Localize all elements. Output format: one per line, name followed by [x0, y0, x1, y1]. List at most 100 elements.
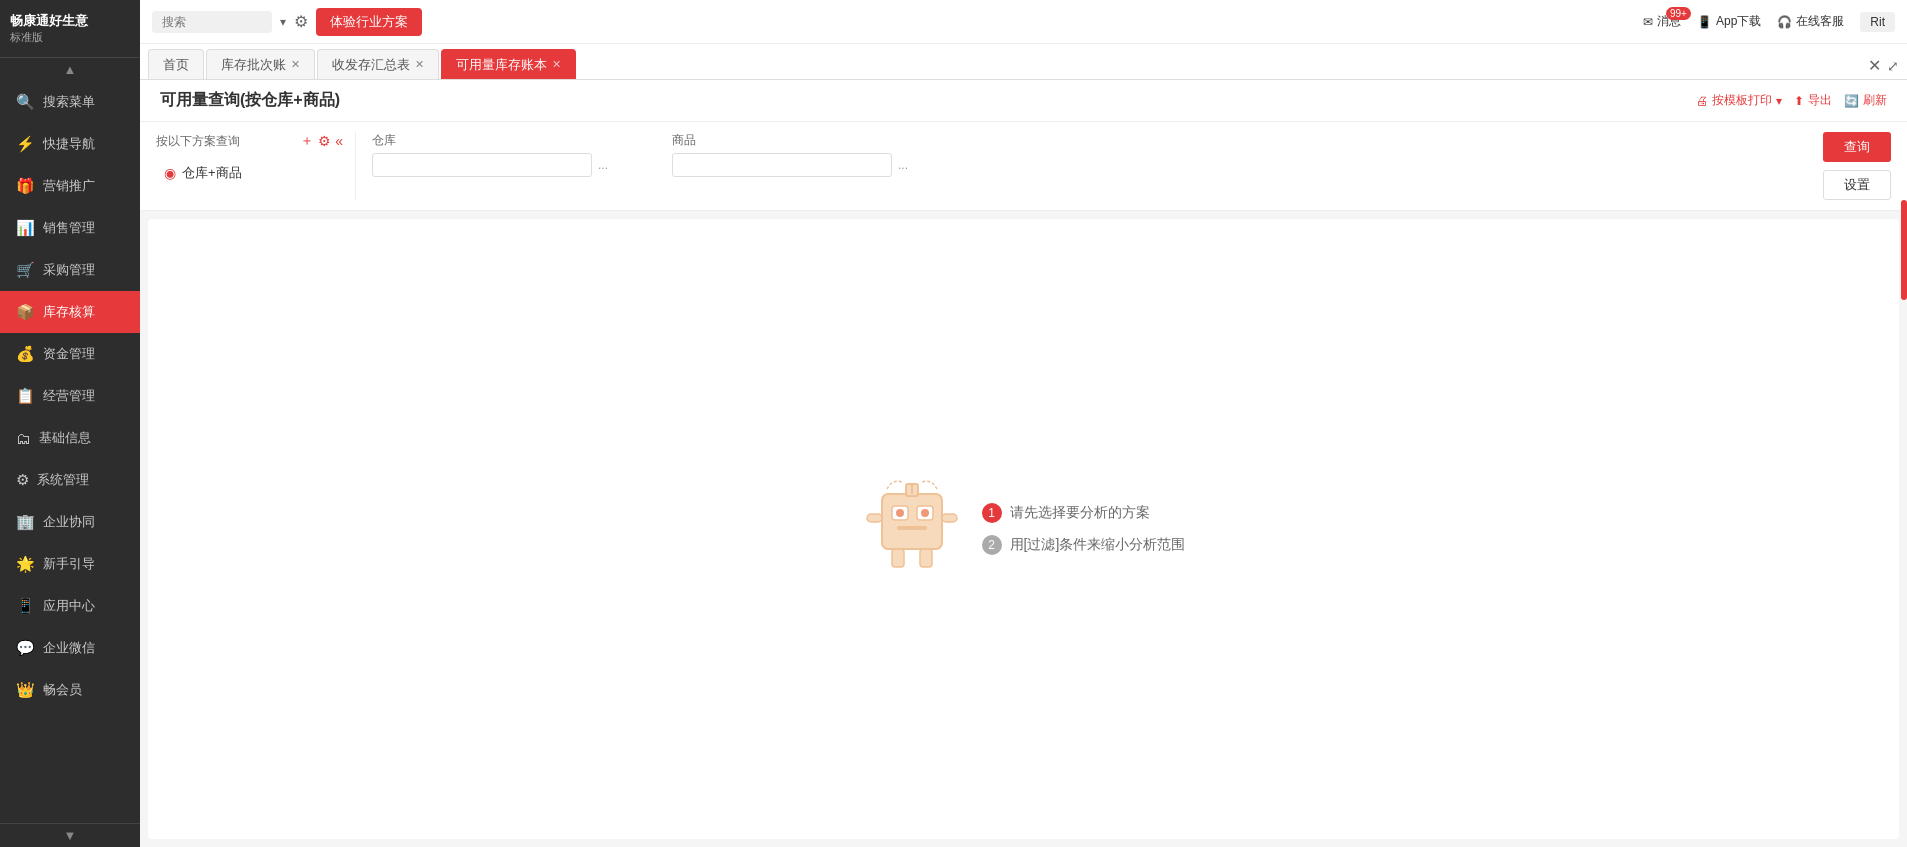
sidebar-item-enterprise[interactable]: 🏢 企业协同: [0, 501, 140, 543]
sidebar-item-search[interactable]: 🔍 搜索菜单: [0, 81, 140, 123]
print-label: 按模板打印: [1712, 92, 1772, 109]
sidebar-item-shortcut[interactable]: ⚡ 快捷导航: [0, 123, 140, 165]
svg-rect-9: [942, 514, 957, 522]
warehouse-more-btn[interactable]: ...: [598, 158, 608, 172]
wechat-icon: 💬: [16, 639, 35, 657]
system-icon: ⚙: [16, 471, 29, 489]
print-btn[interactable]: 🖨 按模板打印 ▾: [1696, 92, 1782, 109]
basic-icon: 🗂: [16, 430, 31, 447]
tab-summary[interactable]: 收发存汇总表 ✕: [317, 49, 439, 79]
sidebar-item-apps[interactable]: 📱 应用中心: [0, 585, 140, 627]
operation-icon: 📋: [16, 387, 35, 405]
sidebar: 畅康通好生意 标准版 ▲ 🔍 搜索菜单 ⚡ 快捷导航 🎁 营销推广 📊 销售管理…: [0, 0, 140, 847]
expand-btn[interactable]: ⤢: [1887, 58, 1899, 74]
finance-icon: 💰: [16, 345, 35, 363]
sidebar-item-finance[interactable]: 💰 资金管理: [0, 333, 140, 375]
tab-home[interactable]: 首页: [148, 49, 204, 79]
tab-summary-close[interactable]: ✕: [415, 58, 424, 71]
phone-icon: 📱: [1697, 15, 1712, 29]
page-header: 可用量查询(按仓库+商品) 🖨 按模板打印 ▾ ⬆ 导出 🔄 刷新: [140, 80, 1907, 122]
industry-btn[interactable]: 体验行业方案: [316, 8, 422, 36]
svg-point-3: [896, 509, 904, 517]
filter-schemes: 按以下方案查询 ＋ ⚙ « ◉ 仓库+商品: [156, 132, 356, 200]
sidebar-item-purchase[interactable]: 🛒 采购管理: [0, 249, 140, 291]
filter-schemes-title: 按以下方案查询: [156, 133, 240, 150]
sidebar-item-label: 经营管理: [43, 387, 95, 405]
dropdown-icon[interactable]: ▾: [280, 15, 286, 29]
right-scrollbar[interactable]: [1901, 200, 1907, 300]
warehouse-input[interactable]: [372, 153, 592, 177]
tab-batch[interactable]: 库存批次账 ✕: [206, 49, 315, 79]
edit-scheme-btn[interactable]: ⚙: [318, 133, 331, 149]
sidebar-item-member[interactable]: 👑 畅会员: [0, 669, 140, 711]
sidebar-item-wechat[interactable]: 💬 企业微信: [0, 627, 140, 669]
sidebar-item-guide[interactable]: 🌟 新手引导: [0, 543, 140, 585]
sidebar-item-label: 畅会员: [43, 681, 82, 699]
warehouse-input-row: ...: [372, 153, 652, 177]
product-input-row: ...: [672, 153, 952, 177]
print-icon: 🖨: [1696, 94, 1708, 108]
empty-tip-2: 2 用[过滤]条件来缩小分析范围: [982, 535, 1186, 555]
topbar-search-input[interactable]: [152, 11, 272, 33]
close-all-tabs-btn[interactable]: ✕: [1868, 56, 1881, 75]
filter-schemes-actions: ＋ ⚙ «: [300, 132, 343, 150]
apps-icon: 📱: [16, 597, 35, 615]
message-badge: 99+: [1666, 7, 1691, 20]
scheme-item-label: 仓库+商品: [182, 164, 242, 182]
purchase-icon: 🛒: [16, 261, 35, 279]
filter-fields: 仓库 ... 商品 ...: [356, 132, 1807, 200]
product-input[interactable]: [672, 153, 892, 177]
svg-rect-10: [892, 549, 904, 567]
export-icon: ⬆: [1794, 94, 1804, 108]
sidebar-item-inventory[interactable]: 📦 库存核算: [0, 291, 140, 333]
export-btn[interactable]: ⬆ 导出: [1794, 92, 1832, 109]
product-more-btn[interactable]: ...: [898, 158, 908, 172]
message-icon: ✉: [1643, 15, 1653, 29]
tab-available-close[interactable]: ✕: [552, 58, 561, 71]
scheme-warehouse-product[interactable]: ◉ 仓库+商品: [156, 158, 343, 188]
sidebar-item-label: 新手引导: [43, 555, 95, 573]
tabs-bar: 首页 库存批次账 ✕ 收发存汇总表 ✕ 可用量库存账本 ✕ ✕ ⤢: [140, 44, 1907, 80]
search-icon: 🔍: [16, 93, 35, 111]
sidebar-item-marketing[interactable]: 🎁 营销推广: [0, 165, 140, 207]
svg-point-4: [921, 509, 929, 517]
app-label: App下载: [1716, 13, 1761, 30]
warehouse-filter-field: 仓库 ...: [372, 132, 652, 177]
scroll-up-btn[interactable]: ▲: [0, 58, 140, 81]
settings-icon[interactable]: ⚙: [294, 12, 308, 31]
empty-illustration: [862, 464, 962, 595]
scheme-dot-icon: ◉: [164, 165, 176, 181]
settings-btn[interactable]: 设置: [1823, 170, 1891, 200]
online-service-btn[interactable]: 🎧 在线客服: [1777, 13, 1844, 30]
topbar-right: ✉ 消息 99+ 📱 App下载 🎧 在线客服 Rit: [1643, 12, 1895, 32]
sidebar-item-label: 资金管理: [43, 345, 95, 363]
refresh-label: 刷新: [1863, 92, 1887, 109]
collapse-scheme-btn[interactable]: «: [335, 133, 343, 149]
sidebar-item-system[interactable]: ⚙ 系统管理: [0, 459, 140, 501]
tab-available-label: 可用量库存账本: [456, 56, 547, 74]
scroll-down-btn[interactable]: ▼: [0, 823, 140, 847]
sidebar-item-basic[interactable]: 🗂 基础信息: [0, 417, 140, 459]
sidebar-item-operation[interactable]: 📋 经营管理: [0, 375, 140, 417]
refresh-btn[interactable]: 🔄 刷新: [1844, 92, 1887, 109]
tab-batch-close[interactable]: ✕: [291, 58, 300, 71]
print-dropdown-icon[interactable]: ▾: [1776, 94, 1782, 108]
sidebar-item-label: 企业协同: [43, 513, 95, 531]
shortcut-icon: ⚡: [16, 135, 35, 153]
query-btn[interactable]: 查询: [1823, 132, 1891, 162]
message-btn[interactable]: ✉ 消息 99+: [1643, 13, 1681, 30]
sidebar-item-sales[interactable]: 📊 销售管理: [0, 207, 140, 249]
filter-area: 按以下方案查询 ＋ ⚙ « ◉ 仓库+商品 仓库: [140, 122, 1907, 211]
warehouse-label: 仓库: [372, 132, 652, 149]
inventory-icon: 📦: [16, 303, 35, 321]
tab-available[interactable]: 可用量库存账本 ✕: [441, 49, 576, 79]
tab-home-label: 首页: [163, 56, 189, 74]
app-download-btn[interactable]: 📱 App下载: [1697, 13, 1761, 30]
user-menu[interactable]: Rit: [1860, 12, 1895, 32]
sidebar-item-label: 营销推广: [43, 177, 95, 195]
svg-rect-0: [882, 494, 942, 549]
product-filter-field: 商品 ...: [672, 132, 952, 177]
refresh-icon: 🔄: [1844, 94, 1859, 108]
add-scheme-btn[interactable]: ＋: [300, 132, 314, 150]
tip-text-2: 用[过滤]条件来缩小分析范围: [1010, 536, 1186, 554]
